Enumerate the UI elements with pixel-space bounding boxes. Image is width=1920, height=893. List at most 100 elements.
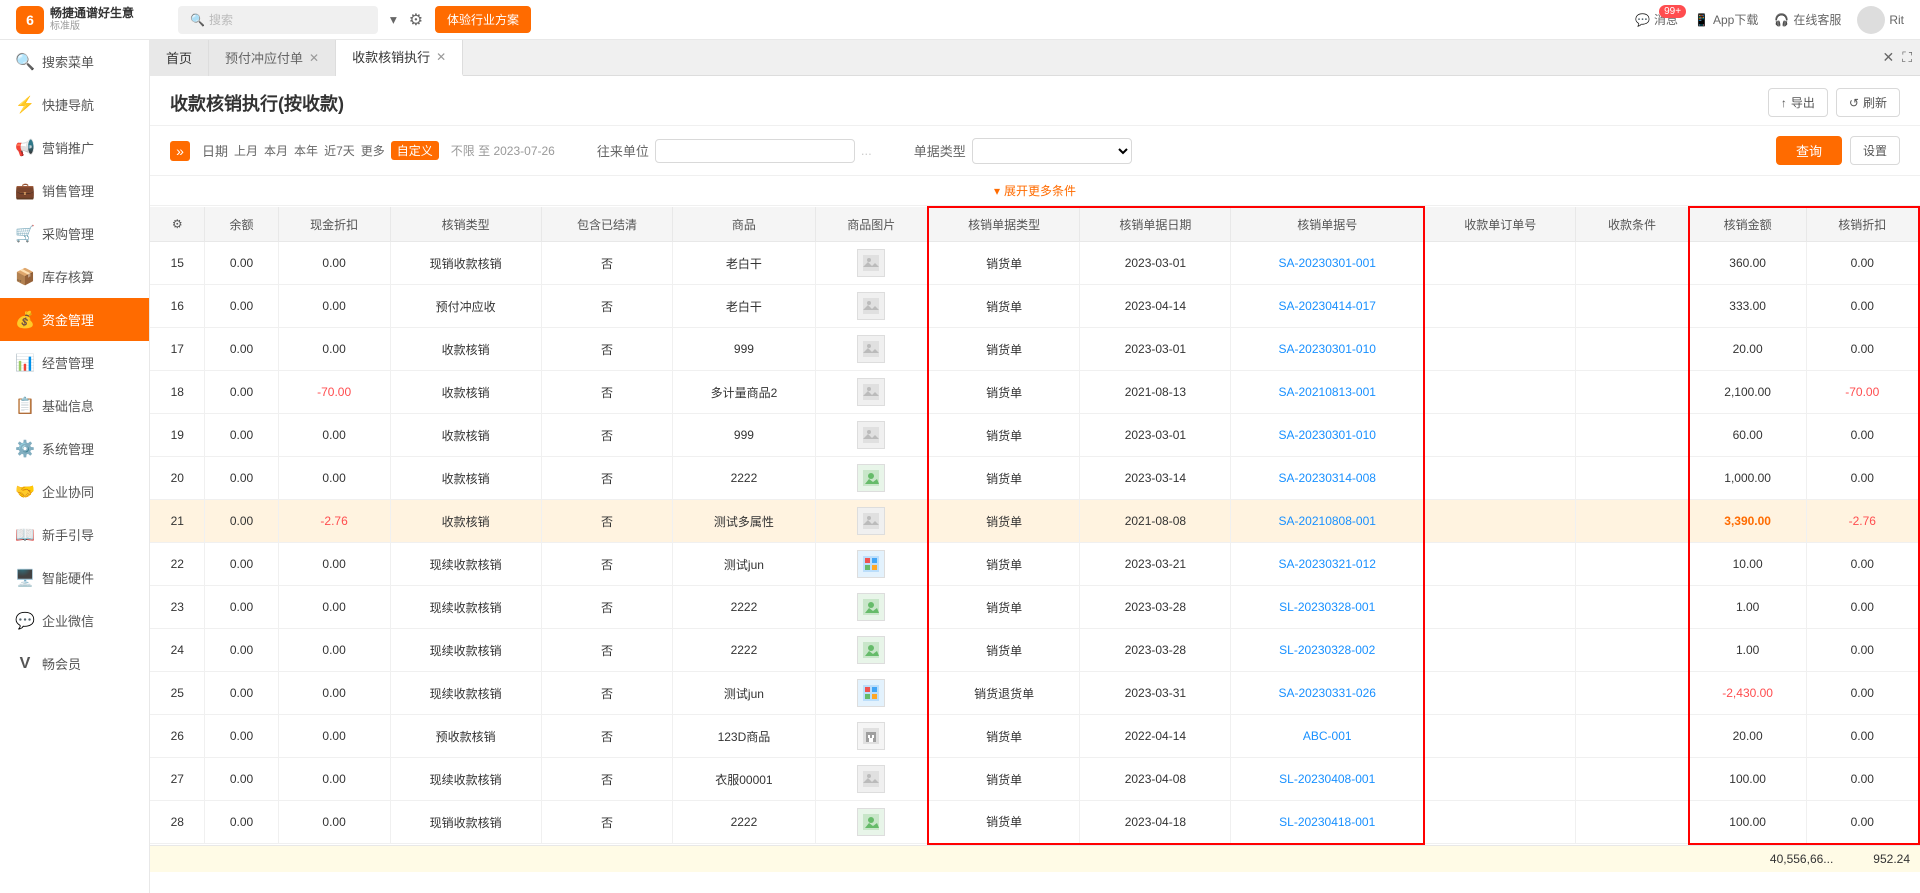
receipt-type-group: 单据类型: [914, 138, 1132, 164]
cell-product-img: [815, 414, 928, 457]
message-icon: 💬: [1635, 13, 1650, 27]
cell-bill-no: SA-20230301-010: [1231, 414, 1424, 457]
bill-no-link[interactable]: SA-20210808-001: [1279, 514, 1376, 528]
cell-bill-date: 2023-03-01: [1080, 242, 1231, 285]
cell-cash-discount: 0.00: [278, 715, 390, 758]
sidebar-item-sales[interactable]: 💼 销售管理: [0, 169, 149, 212]
partner-input[interactable]: [655, 139, 855, 163]
tab-writeoff-close[interactable]: ✕: [436, 50, 446, 64]
cell-writeoff-amount: 20.00: [1689, 328, 1806, 371]
last-month-link[interactable]: 上月: [234, 142, 258, 159]
cell-id: 27: [150, 758, 205, 801]
th-receipt-condition: 收款条件: [1576, 207, 1689, 242]
th-receipt-order-no: 收款单订单号: [1424, 207, 1576, 242]
tab-prepay[interactable]: 预付冲应付单 ✕: [209, 40, 336, 76]
settings-gear-btn[interactable]: ⚙: [409, 10, 423, 30]
sidebar-item-search[interactable]: 🔍 搜索菜单: [0, 40, 149, 83]
product-img: [857, 464, 885, 492]
search-input-top[interactable]: 🔍 搜索: [178, 6, 378, 34]
last7-link[interactable]: 近7天: [324, 142, 355, 159]
sidebar-item-inventory[interactable]: 📦 库存核算: [0, 255, 149, 298]
bill-no-link[interactable]: SL-20230328-001: [1279, 600, 1375, 614]
cell-cash-discount: -70.00: [278, 371, 390, 414]
cell-balance: 0.00: [205, 801, 278, 844]
sidebar-item-hardware[interactable]: 🖥️ 智能硬件: [0, 556, 149, 599]
sidebar-item-finance[interactable]: 💰 资金管理: [0, 298, 149, 341]
more-link[interactable]: 更多: [361, 142, 385, 159]
sidebar-item-guide[interactable]: 📖 新手引导: [0, 513, 149, 556]
bill-no-link[interactable]: SA-20230314-008: [1279, 471, 1376, 485]
tab-close-btn[interactable]: ✕: [1882, 49, 1894, 66]
bill-no-link[interactable]: SA-20210813-001: [1279, 385, 1376, 399]
purchase-icon: 🛒: [16, 225, 34, 243]
top-bar-right: 💬 消息 99+ 📱 App下载 🎧 在线客服 Rit: [1635, 6, 1904, 34]
bill-no-link[interactable]: SA-20230331-026: [1279, 686, 1376, 700]
tab-expand-btn[interactable]: ⛶: [1902, 49, 1912, 66]
cell-product: 999: [673, 414, 815, 457]
cell-writeoff-amount: 100.00: [1689, 801, 1806, 844]
table-row: 18 0.00 -70.00 收款核销 否 多计量商品2 销货单 2021-08…: [150, 371, 1919, 414]
cell-include-settled: 否: [541, 672, 673, 715]
cell-receipt-order-no: [1424, 586, 1576, 629]
cell-bill-date: 2023-03-14: [1080, 457, 1231, 500]
cell-writeoff-amount: -2,430.00: [1689, 672, 1806, 715]
custom-date-badge[interactable]: 自定义: [391, 141, 439, 160]
tab-prepay-close[interactable]: ✕: [309, 51, 319, 65]
user-label: Rit: [1889, 13, 1904, 27]
bill-no-link[interactable]: SA-20230321-012: [1279, 557, 1376, 571]
query-btn[interactable]: 查询: [1776, 136, 1842, 165]
bill-no-link[interactable]: SA-20230414-017: [1279, 299, 1376, 313]
table-row: 28 0.00 0.00 现销收款核销 否 2222 销货单 2023-04-1…: [150, 801, 1919, 844]
sidebar-item-basics[interactable]: 📋 基础信息: [0, 384, 149, 427]
sidebar-item-operations[interactable]: 📊 经营管理: [0, 341, 149, 384]
sidebar-item-vip[interactable]: V 畅会员: [0, 642, 149, 685]
sidebar-item-system[interactable]: ⚙️ 系统管理: [0, 427, 149, 470]
sidebar-item-collab[interactable]: 🤝 企业协同: [0, 470, 149, 513]
cell-balance: 0.00: [205, 543, 278, 586]
refresh-btn[interactable]: ↺ 刷新: [1836, 88, 1900, 117]
sidebar-item-purchase[interactable]: 🛒 采购管理: [0, 212, 149, 255]
cell-balance: 0.00: [205, 629, 278, 672]
th-bill-no: 核销单据号: [1231, 207, 1424, 242]
product-img: [857, 808, 885, 836]
cell-bill-type: 销货退货单: [928, 672, 1080, 715]
filter-expand-btn[interactable]: »: [170, 141, 190, 161]
user-item[interactable]: Rit: [1857, 6, 1904, 34]
expand-conditions-btn[interactable]: ▾ 展开更多条件: [994, 182, 1076, 199]
tab-writeoff[interactable]: 收款核销执行 ✕: [336, 40, 463, 76]
search-dropdown-btn[interactable]: ▾: [390, 12, 397, 28]
product-img: [857, 636, 885, 664]
sidebar-item-quick[interactable]: ⚡ 快捷导航: [0, 83, 149, 126]
this-year-link[interactable]: 本年: [294, 142, 318, 159]
cell-bill-no: SL-20230418-001: [1231, 801, 1424, 844]
cell-bill-date: 2023-03-31: [1080, 672, 1231, 715]
online-service-item[interactable]: 🎧 在线客服: [1774, 11, 1841, 28]
th-product: 商品: [673, 207, 815, 242]
tab-home[interactable]: 首页: [150, 40, 209, 76]
bill-no-link[interactable]: SL-20230408-001: [1279, 772, 1375, 786]
cell-receipt-condition: [1576, 586, 1689, 629]
bill-no-link[interactable]: SA-20230301-001: [1279, 256, 1376, 270]
message-item[interactable]: 💬 消息 99+: [1635, 11, 1678, 28]
gear-header-icon[interactable]: ⚙: [172, 217, 183, 231]
receipt-type-select[interactable]: [972, 138, 1132, 164]
bill-no-link[interactable]: SL-20230328-002: [1279, 643, 1375, 657]
bill-no-link[interactable]: SL-20230418-001: [1279, 815, 1375, 829]
app-download-item[interactable]: 📱 App下载: [1694, 11, 1758, 28]
cell-writeoff-discount: 0.00: [1806, 586, 1919, 629]
bill-no-link[interactable]: ABC-001: [1303, 729, 1352, 743]
cell-writeoff-type: 预付冲应收: [390, 285, 541, 328]
filter-settings-btn[interactable]: 设置: [1850, 136, 1900, 165]
product-img: [857, 593, 885, 621]
cell-bill-date: 2023-04-18: [1080, 801, 1231, 844]
export-btn[interactable]: ↑ 导出: [1768, 88, 1828, 117]
cell-bill-date: 2023-03-28: [1080, 586, 1231, 629]
industry-btn[interactable]: 体验行业方案: [435, 6, 531, 33]
this-month-link[interactable]: 本月: [264, 142, 288, 159]
bill-no-link[interactable]: SA-20230301-010: [1279, 342, 1376, 356]
cell-id: 28: [150, 801, 205, 844]
cell-receipt-order-no: [1424, 758, 1576, 801]
sidebar-item-wechat[interactable]: 💬 企业微信: [0, 599, 149, 642]
bill-no-link[interactable]: SA-20230301-010: [1279, 428, 1376, 442]
sidebar-item-marketing[interactable]: 📢 营销推广: [0, 126, 149, 169]
